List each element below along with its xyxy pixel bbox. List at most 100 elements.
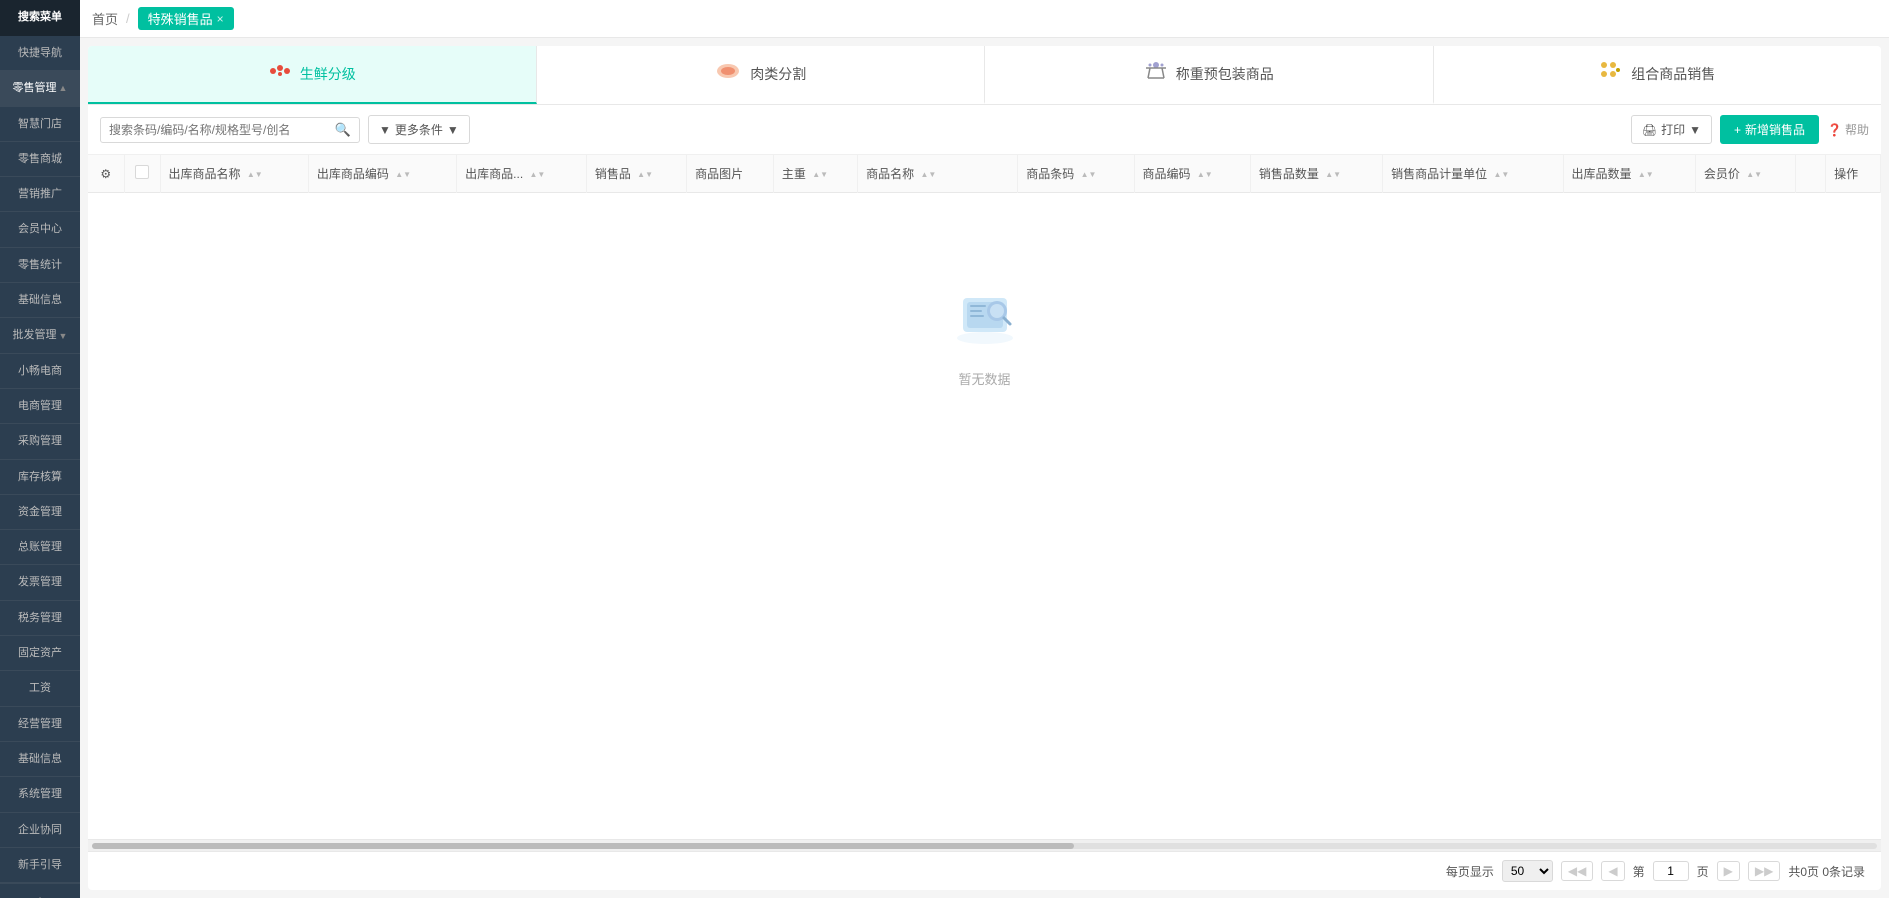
h-scroll-track[interactable] <box>92 843 1877 849</box>
th-checkbox[interactable] <box>124 155 160 193</box>
active-tab-tag[interactable]: 特殊销售品 × <box>138 7 234 30</box>
topbar: 首页 / 特殊销售品 × <box>80 0 1889 38</box>
sidebar-item-wages[interactable]: 工资 <box>0 671 80 706</box>
chevron-down-icon: ▲ <box>59 83 68 93</box>
sort-arrows-goods-name[interactable]: ▲▼ <box>921 171 937 179</box>
sidebar-item-invoice-mgmt[interactable]: 发票管理 <box>0 565 80 600</box>
toolbar-right: 🖨 打印 ▼ + 新增销售品 ❓ 帮助 <box>1631 115 1869 144</box>
print-icon: 🖨 <box>1642 123 1657 137</box>
sidebar-item-label: 系统管理 <box>18 787 62 801</box>
sidebar-item-label: 零售统计 <box>18 258 62 272</box>
th-member-price[interactable]: 会员价 ▲▼ <box>1695 155 1795 193</box>
tab-fresh-grading[interactable]: 生鲜分级 <box>88 46 537 104</box>
gear-icon[interactable]: ⚙ <box>0 883 80 898</box>
th-goods-name[interactable]: 商品名称 ▲▼ <box>858 155 1018 193</box>
prev-page-button[interactable]: ◀ <box>1601 861 1624 881</box>
sort-arrows-out-goods-spec[interactable]: ▲▼ <box>530 171 546 179</box>
th-blank <box>1796 155 1826 193</box>
search-icon[interactable]: 🔍 <box>335 122 351 138</box>
first-page-button[interactable]: ◀◀ <box>1561 861 1593 881</box>
sidebar-item-label: 基础信息 <box>18 752 62 766</box>
sort-arrows-sales-unit[interactable]: ▲▼ <box>1494 171 1510 179</box>
sort-arrows-out-goods-name[interactable]: ▲▼ <box>247 171 263 179</box>
sidebar-item-basic-info[interactable]: 基础信息 <box>0 283 80 318</box>
sidebar-item-retail-mgmt[interactable]: 零售管理 ▲ <box>0 71 80 106</box>
sidebar-logo[interactable]: 搜索菜单 <box>0 0 80 36</box>
sidebar-item-purchase-mgmt[interactable]: 采购管理 <box>0 424 80 459</box>
sort-arrows-out-goods-code[interactable]: ▲▼ <box>395 171 411 179</box>
th-sales-unit[interactable]: 销售商品计量单位 ▲▼ <box>1383 155 1563 193</box>
add-label: 新增销售品 <box>1745 121 1805 138</box>
scale-icon <box>1144 60 1168 88</box>
settings-icon[interactable]: ⚙ <box>100 167 111 181</box>
sidebar-item-inventory[interactable]: 库存核算 <box>0 460 80 495</box>
sort-arrows-goods-code[interactable]: ▲▼ <box>1197 171 1213 179</box>
h-scroll-thumb[interactable] <box>92 843 1074 849</box>
filter-label: 更多条件 <box>395 121 443 138</box>
sidebar-item-label: 批发管理 <box>13 328 57 342</box>
toolbar: 🔍 ▼ 更多条件 ▼ 🖨 打印 ▼ + 新增销售品 ❓ 帮助 <box>88 105 1881 155</box>
th-out-goods-spec[interactable]: 出库商品... ▲▼ <box>457 155 587 193</box>
page-number-input[interactable] <box>1653 861 1689 881</box>
th-gross-weight[interactable]: 主重 ▲▼ <box>773 155 857 193</box>
sort-arrows-goods-barcode[interactable]: ▲▼ <box>1081 171 1097 179</box>
th-goods-barcode[interactable]: 商品条码 ▲▼ <box>1018 155 1134 193</box>
horizontal-scrollbar[interactable] <box>88 839 1881 851</box>
sidebar-item-operations[interactable]: 经营管理 <box>0 707 80 742</box>
sort-arrows-gross-weight[interactable]: ▲▼ <box>812 171 828 179</box>
sidebar-item-retail-stats[interactable]: 零售统计 <box>0 248 80 283</box>
next-page-button[interactable]: ▶ <box>1717 861 1740 881</box>
sidebar-item-smart-store[interactable]: 智慧门店 <box>0 107 80 142</box>
sidebar-item-label: 快捷导航 <box>18 46 62 60</box>
sidebar-item-enterprise[interactable]: 企业协同 <box>0 813 80 848</box>
per-page-select[interactable]: 50 100 200 <box>1502 860 1553 882</box>
sidebar-item-general-ledger[interactable]: 总账管理 <box>0 530 80 565</box>
help-button[interactable]: ❓ 帮助 <box>1827 121 1869 138</box>
sort-arrows-sales-qty[interactable]: ▲▼ <box>1325 171 1341 179</box>
sidebar-item-wholesale-mgmt[interactable]: 批发管理 ▼ <box>0 318 80 353</box>
print-button[interactable]: 🖨 打印 ▼ <box>1631 115 1712 144</box>
sidebar-item-fixed-assets[interactable]: 固定资产 <box>0 636 80 671</box>
last-page-button[interactable]: ▶▶ <box>1748 861 1780 881</box>
sidebar-item-label: 企业协同 <box>18 823 62 837</box>
sidebar-item-quick-nav[interactable]: 快捷导航 <box>0 36 80 71</box>
sidebar-item-label: 智慧门店 <box>18 117 62 131</box>
tab-weighing-prepack[interactable]: 称重预包装商品 <box>985 46 1434 104</box>
sort-arrows-member-price[interactable]: ▲▼ <box>1746 171 1762 179</box>
sort-arrows-sales-goods[interactable]: ▲▼ <box>637 171 653 179</box>
tab-meat-split[interactable]: 肉类分割 <box>537 46 986 104</box>
filter-button[interactable]: ▼ 更多条件 ▼ <box>368 115 470 144</box>
sidebar-item-basic-info2[interactable]: 基础信息 <box>0 742 80 777</box>
tab-weighing-prepack-label: 称重预包装商品 <box>1176 64 1274 84</box>
sidebar-item-label: 采购管理 <box>18 434 62 448</box>
th-sales-qty[interactable]: 销售品数量 ▲▼ <box>1250 155 1382 193</box>
th-out-goods-code[interactable]: 出库商品编码 ▲▼ <box>308 155 456 193</box>
per-page-label: 每页显示 <box>1446 863 1494 880</box>
tab-combo-sales[interactable]: 组合商品销售 <box>1434 46 1882 104</box>
help-label: 帮助 <box>1845 121 1869 138</box>
sidebar-item-new-guide[interactable]: 新手引导 <box>0 848 80 883</box>
search-box[interactable]: 🔍 <box>100 117 360 143</box>
select-all-checkbox[interactable] <box>135 165 149 179</box>
th-sales-goods[interactable]: 销售品 ▲▼ <box>586 155 686 193</box>
th-out-goods-name[interactable]: 出库商品名称 ▲▼ <box>160 155 308 193</box>
sidebar-item-tax-mgmt[interactable]: 税务管理 <box>0 601 80 636</box>
sidebar-item-label: 税务管理 <box>18 611 62 625</box>
sidebar-item-marketing[interactable]: 营销推广 <box>0 177 80 212</box>
search-input[interactable] <box>109 123 329 137</box>
sidebar-item-member-center[interactable]: 会员中心 <box>0 212 80 247</box>
add-sales-item-button[interactable]: + 新增销售品 <box>1720 115 1819 144</box>
table-container: ⚙ 出库商品名称 ▲▼ 出库商品编码 ▲▼ <box>88 155 1881 839</box>
th-goods-image[interactable]: 商品图片 <box>687 155 774 193</box>
sort-arrows-out-qty[interactable]: ▲▼ <box>1638 171 1654 179</box>
th-out-qty[interactable]: 出库品数量 ▲▼ <box>1563 155 1695 193</box>
sidebar-item-mini-ecomm[interactable]: 小畅电商 <box>0 354 80 389</box>
sidebar-item-finance[interactable]: 资金管理 <box>0 495 80 530</box>
th-goods-code[interactable]: 商品编码 ▲▼ <box>1134 155 1250 193</box>
th-settings[interactable]: ⚙ <box>88 155 124 193</box>
sidebar-item-system-mgmt[interactable]: 系统管理 <box>0 777 80 812</box>
sidebar-item-retail-mall[interactable]: 零售商城 <box>0 142 80 177</box>
home-link[interactable]: 首页 <box>92 9 118 28</box>
sidebar-item-ecomm-mgmt[interactable]: 电商管理 <box>0 389 80 424</box>
close-tab-icon[interactable]: × <box>217 12 224 26</box>
